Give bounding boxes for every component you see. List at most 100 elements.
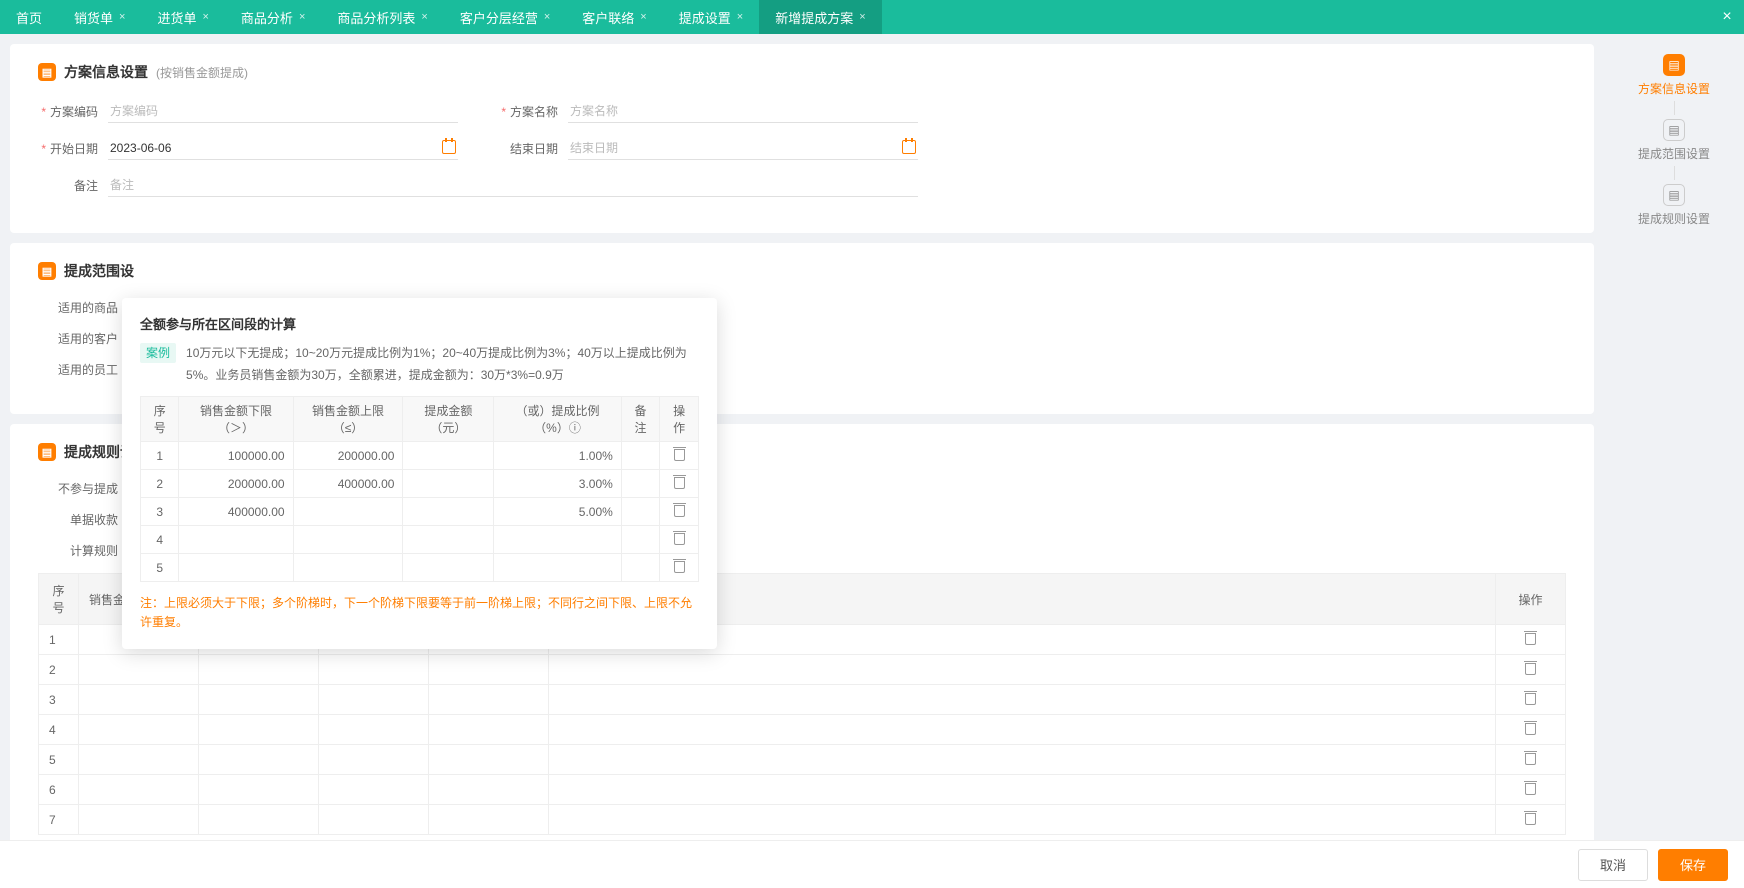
pop-cell-percent xyxy=(494,554,622,582)
cell-amount[interactable] xyxy=(319,685,429,715)
anchor-connector xyxy=(1674,166,1675,180)
cell-remark[interactable] xyxy=(549,685,1496,715)
trash-icon[interactable] xyxy=(1524,661,1537,675)
tab-客户分层经营[interactable]: 客户分层经营× xyxy=(444,0,566,34)
trash-icon[interactable] xyxy=(1524,781,1537,795)
trash-icon[interactable] xyxy=(673,531,686,545)
trash-icon[interactable] xyxy=(1524,631,1537,645)
cell-upper[interactable] xyxy=(199,775,319,805)
cell-upper[interactable] xyxy=(199,715,319,745)
cell-lower[interactable] xyxy=(79,745,199,775)
tab-销货单[interactable]: 销货单× xyxy=(58,0,141,34)
cell-percent[interactable] xyxy=(429,685,549,715)
trash-icon[interactable] xyxy=(673,475,686,489)
pop-cell-remark xyxy=(621,470,659,498)
scheme-code-input[interactable] xyxy=(108,100,458,123)
close-icon[interactable]: × xyxy=(737,11,743,23)
cell-amount[interactable] xyxy=(319,805,429,835)
pop-cell-lower xyxy=(179,554,293,582)
trash-icon[interactable] xyxy=(1524,811,1537,825)
cell-amount[interactable] xyxy=(319,745,429,775)
pop-cell-lower: 200000.00 xyxy=(179,470,293,498)
panel-title: ▤ 方案信息设置 (按销售金额提成) xyxy=(38,62,1566,82)
cell-upper[interactable] xyxy=(199,805,319,835)
tab-首页[interactable]: 首页 xyxy=(0,0,58,34)
close-icon[interactable]: × xyxy=(544,11,550,23)
anchor-icon: ▤ xyxy=(1663,119,1685,141)
popover-table: 序号 销售金额下限（＞） 销售金额上限（≤） 提成金额（元） （或）提成比例（%… xyxy=(140,396,699,582)
pop-table-row: 3400000.005.00% xyxy=(141,498,699,526)
cell-amount[interactable] xyxy=(319,715,429,745)
label-single: 单据收款 xyxy=(38,511,118,528)
info-icon[interactable]: ⓘ xyxy=(569,421,581,435)
tab-label: 首页 xyxy=(16,8,42,27)
cell-lower[interactable] xyxy=(79,685,199,715)
tab-进货单[interactable]: 进货单× xyxy=(141,0,224,34)
close-icon[interactable]: × xyxy=(299,11,305,23)
pop-cell-op xyxy=(660,526,699,554)
tab-新增提成方案[interactable]: 新增提成方案× xyxy=(759,0,881,34)
anchor-item[interactable]: ▤提成范围设置 xyxy=(1638,119,1710,162)
trash-icon[interactable] xyxy=(1524,751,1537,765)
remark-input[interactable] xyxy=(108,174,918,197)
anchor-item[interactable]: ▤方案信息设置 xyxy=(1638,54,1710,97)
cell-seq: 7 xyxy=(39,805,79,835)
anchor-item[interactable]: ▤提成规则设置 xyxy=(1638,184,1710,227)
tab-客户联络[interactable]: 客户联络× xyxy=(566,0,662,34)
panel-scheme-info: ▤ 方案信息设置 (按销售金额提成) 方案编码 方案名称 开始日期 xyxy=(10,44,1594,233)
cell-remark[interactable] xyxy=(549,805,1496,835)
tab-提成设置[interactable]: 提成设置× xyxy=(663,0,759,34)
close-icon[interactable]: × xyxy=(421,11,427,23)
panel-icon: ▤ xyxy=(38,63,56,81)
trash-icon[interactable] xyxy=(1524,691,1537,705)
cell-lower[interactable] xyxy=(79,715,199,745)
cell-lower[interactable] xyxy=(79,775,199,805)
start-date-input[interactable] xyxy=(108,137,458,160)
calendar-icon[interactable] xyxy=(902,140,916,154)
cell-amount[interactable] xyxy=(319,775,429,805)
save-button[interactable]: 保存 xyxy=(1658,849,1728,881)
cell-op xyxy=(1496,655,1566,685)
scheme-name-input[interactable] xyxy=(568,100,918,123)
trash-icon[interactable] xyxy=(673,447,686,461)
cell-upper[interactable] xyxy=(199,655,319,685)
pop-cell-remark xyxy=(621,554,659,582)
tab-商品分析列表[interactable]: 商品分析列表× xyxy=(321,0,443,34)
cell-remark[interactable] xyxy=(549,655,1496,685)
trash-icon[interactable] xyxy=(1524,721,1537,735)
pop-cell-amount xyxy=(403,442,494,470)
pop-table-row: 5 xyxy=(141,554,699,582)
end-date-input[interactable] xyxy=(568,137,918,160)
cell-percent[interactable] xyxy=(429,775,549,805)
pop-th-amount: 提成金额（元） xyxy=(403,397,494,442)
popover-example: 案例 10万元以下无提成；10~20万元提成比例为1%；20~40万提成比例为3… xyxy=(140,343,699,386)
cell-lower[interactable] xyxy=(79,805,199,835)
pop-cell-percent: 3.00% xyxy=(494,470,622,498)
cancel-button[interactable]: 取消 xyxy=(1578,849,1648,881)
close-icon[interactable]: × xyxy=(640,11,646,23)
pop-cell-lower xyxy=(179,526,293,554)
cell-amount[interactable] xyxy=(319,655,429,685)
close-all-tabs-button[interactable]: × xyxy=(1710,0,1744,34)
trash-icon[interactable] xyxy=(673,503,686,517)
cell-lower[interactable] xyxy=(79,655,199,685)
cell-percent[interactable] xyxy=(429,805,549,835)
cell-percent[interactable] xyxy=(429,745,549,775)
cell-remark[interactable] xyxy=(549,715,1496,745)
cell-op xyxy=(1496,685,1566,715)
cell-percent[interactable] xyxy=(429,655,549,685)
cell-upper[interactable] xyxy=(199,745,319,775)
cell-remark[interactable] xyxy=(549,775,1496,805)
cell-seq: 6 xyxy=(39,775,79,805)
cell-seq: 3 xyxy=(39,685,79,715)
cell-upper[interactable] xyxy=(199,685,319,715)
anchor-icon: ▤ xyxy=(1663,54,1685,76)
cell-percent[interactable] xyxy=(429,715,549,745)
calendar-icon[interactable] xyxy=(442,140,456,154)
cell-remark[interactable] xyxy=(549,745,1496,775)
close-icon[interactable]: × xyxy=(859,11,865,23)
trash-icon[interactable] xyxy=(673,559,686,573)
close-icon[interactable]: × xyxy=(202,11,208,23)
close-icon[interactable]: × xyxy=(119,11,125,23)
tab-商品分析[interactable]: 商品分析× xyxy=(225,0,321,34)
